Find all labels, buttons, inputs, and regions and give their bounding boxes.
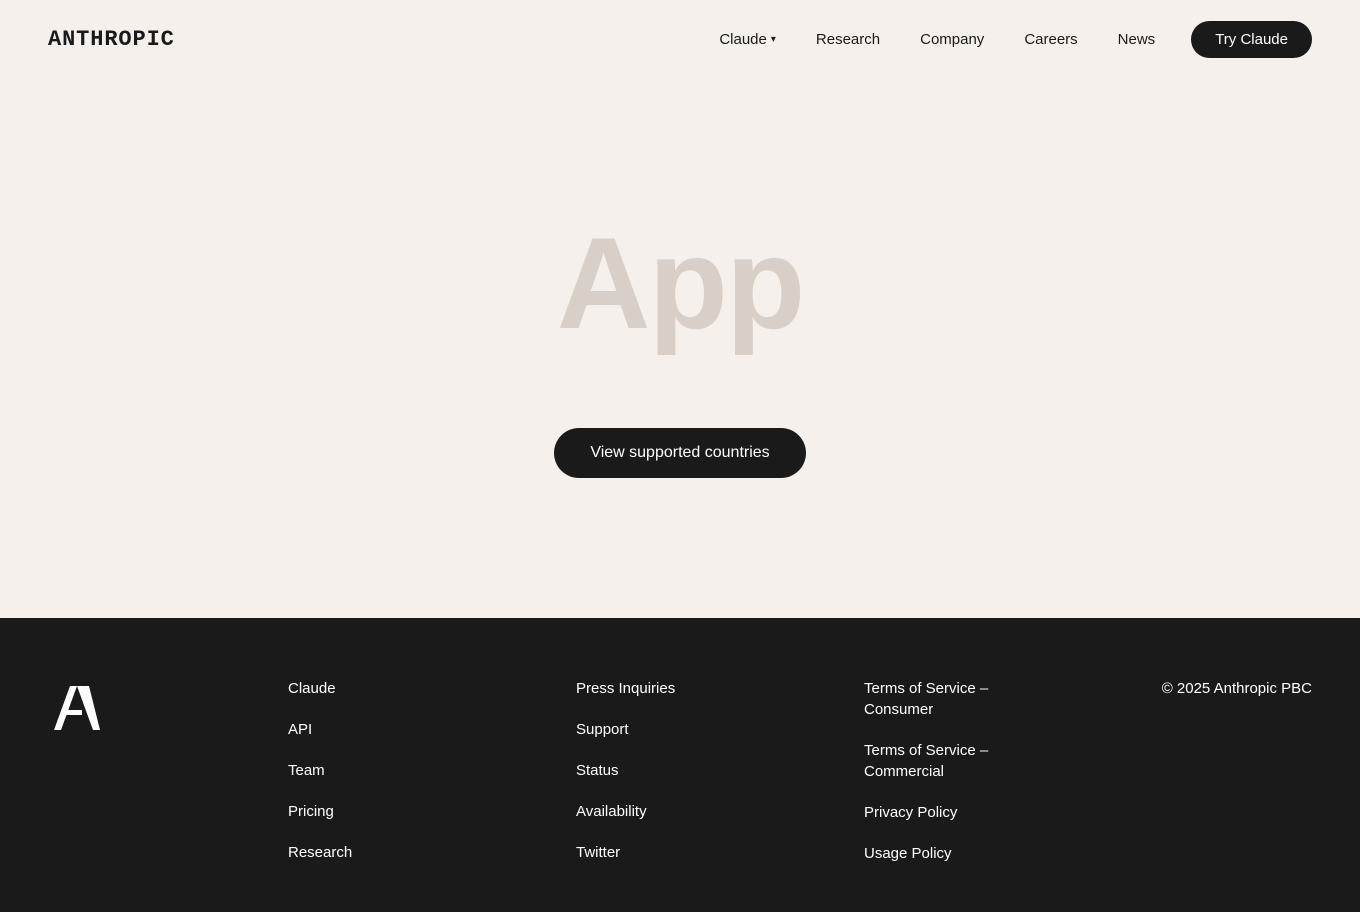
footer-col-2: Press Inquiries Support Status Availabil…: [556, 678, 844, 864]
footer-logo-col: [48, 678, 268, 864]
footer-link-claude[interactable]: Claude: [288, 678, 536, 699]
footer-col-3: Terms of Service – Consumer Terms of Ser…: [844, 678, 1132, 864]
footer-copyright: © 2025 Anthropic PBC: [1162, 678, 1312, 699]
nav-careers[interactable]: Careers: [1008, 23, 1093, 56]
chevron-down-icon: ▾: [771, 34, 776, 45]
footer-copyright-col: © 2025 Anthropic PBC: [1132, 678, 1312, 864]
main-nav: Claude ▾ Research Company Careers News T…: [703, 21, 1312, 58]
nav-research[interactable]: Research: [800, 23, 896, 56]
footer-link-twitter[interactable]: Twitter: [576, 842, 824, 863]
nav-company[interactable]: Company: [904, 23, 1000, 56]
footer-logo-icon: [48, 678, 106, 736]
footer-link-status[interactable]: Status: [576, 760, 824, 781]
try-claude-button[interactable]: Try Claude: [1191, 21, 1312, 58]
footer-link-research[interactable]: Research: [288, 842, 536, 863]
footer-link-privacy[interactable]: Privacy Policy: [864, 802, 1112, 823]
hero-title: App: [557, 218, 804, 348]
footer-link-availability[interactable]: Availability: [576, 801, 824, 822]
footer: Claude API Team Pricing Research Press I…: [0, 618, 1360, 912]
nav-claude[interactable]: Claude ▾: [703, 23, 792, 56]
footer-col-1: Claude API Team Pricing Research: [268, 678, 556, 864]
view-countries-button[interactable]: View supported countries: [554, 428, 805, 478]
footer-link-support[interactable]: Support: [576, 719, 824, 740]
footer-link-tos-commercial[interactable]: Terms of Service – Commercial: [864, 740, 1112, 782]
footer-link-team[interactable]: Team: [288, 760, 536, 781]
main-content: App View supported countries: [0, 78, 1360, 618]
header: ANTHROPIC Claude ▾ Research Company Care…: [0, 0, 1360, 78]
nav-news[interactable]: News: [1102, 23, 1172, 56]
logo[interactable]: ANTHROPIC: [48, 27, 175, 52]
footer-link-pricing[interactable]: Pricing: [288, 801, 536, 822]
footer-link-press[interactable]: Press Inquiries: [576, 678, 824, 699]
footer-link-api[interactable]: API: [288, 719, 536, 740]
footer-link-tos-consumer[interactable]: Terms of Service – Consumer: [864, 678, 1112, 720]
footer-link-usage[interactable]: Usage Policy: [864, 843, 1112, 864]
